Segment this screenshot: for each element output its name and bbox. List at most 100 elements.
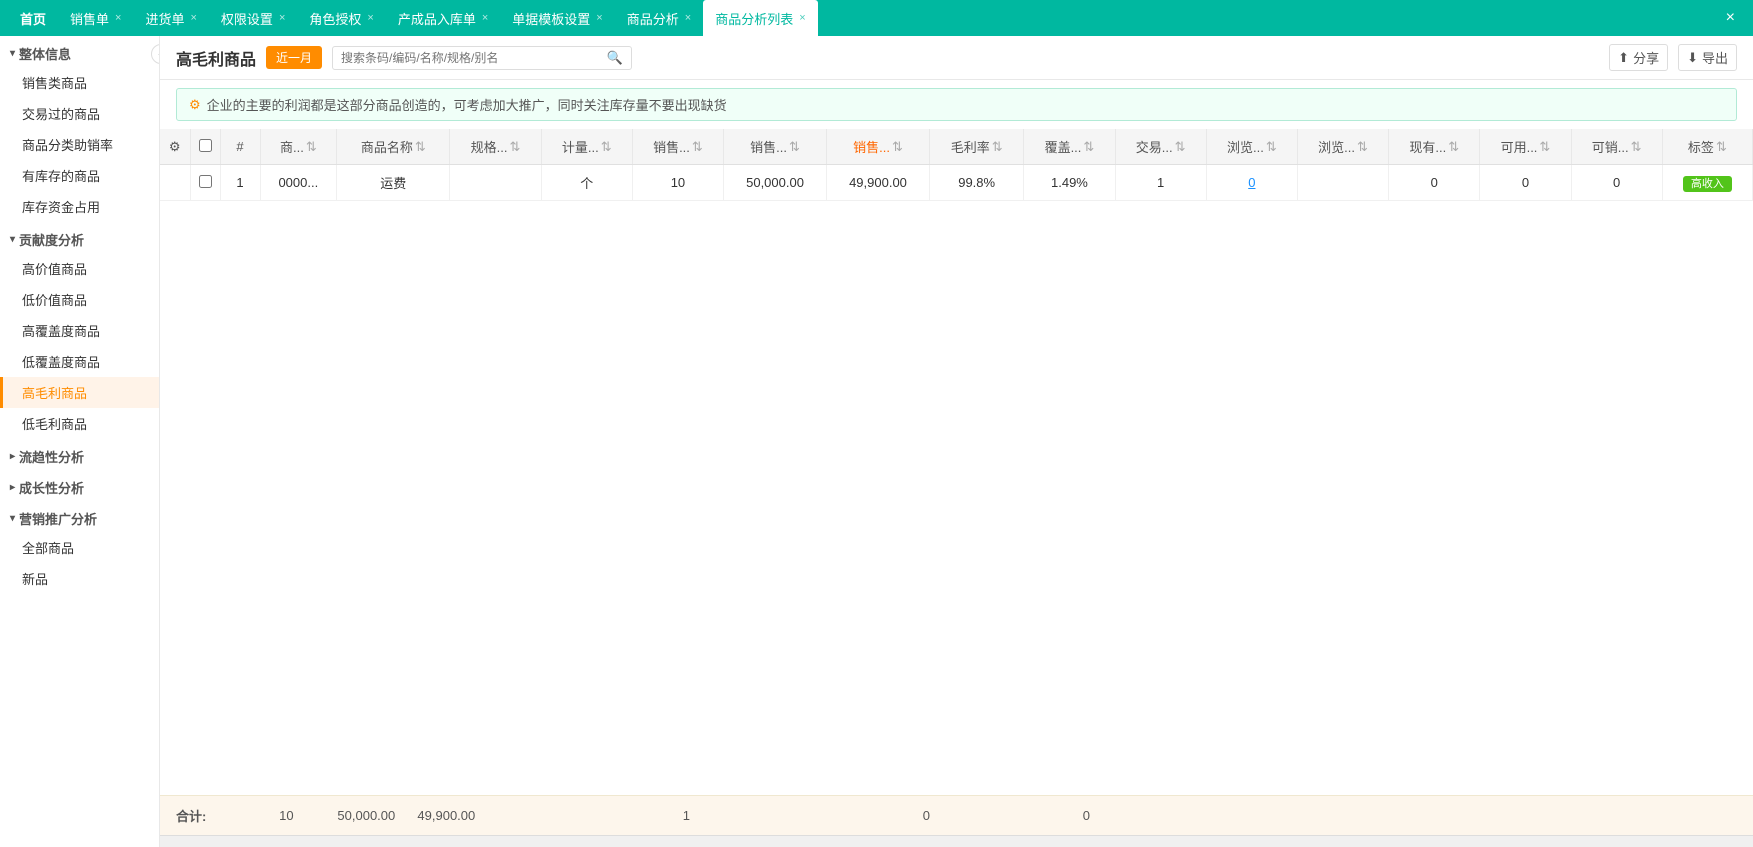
footer-spacer4 <box>806 808 886 823</box>
close-icon[interactable]: × <box>115 12 121 24</box>
nav-item-instock[interactable]: 产成品入库单 × <box>386 0 500 36</box>
footer-spacer3 <box>726 808 806 823</box>
cell-current-stock: 0 <box>1389 165 1480 201</box>
horizontal-scrollbar[interactable] <box>160 835 1753 847</box>
sidebar-section-overall[interactable]: ▾ 整体信息 <box>0 36 159 67</box>
col-header-sales-profit[interactable]: 销售... ⇅ <box>827 129 930 165</box>
sidebar-item-in-stock[interactable]: 有库存的商品 <box>0 160 159 191</box>
col-header-trade-count[interactable]: 交易... ⇅ <box>1115 129 1206 165</box>
nav-item-sales[interactable]: 销售单 × <box>58 0 133 36</box>
col-header-num[interactable]: # <box>220 129 260 165</box>
cell-code: 0000... <box>260 165 337 201</box>
col-header-sales-amount[interactable]: 销售... ⇅ <box>724 129 827 165</box>
col-header-view1[interactable]: 浏览... ⇅ <box>1206 129 1297 165</box>
col-header-gear[interactable]: ⚙ <box>160 129 190 165</box>
sidebar-item-new-goods[interactable]: 新品 <box>0 563 159 594</box>
col-header-name[interactable]: 商品名称 ⇅ <box>337 129 450 165</box>
table-row: 1 0000... 运费 个 10 50,000.00 49,900.00 99… <box>160 165 1753 201</box>
notice-bar: ⚙ 企业的主要的利润都是这部分商品创造的，可考虑加大推广，同时关注库存量不要出现… <box>176 88 1737 121</box>
close-icon[interactable]: × <box>482 12 488 24</box>
nav-item-role[interactable]: 角色授权 × <box>297 0 385 36</box>
sidebar-section-growth[interactable]: ▸ 成长性分析 <box>0 470 159 501</box>
cell-check[interactable] <box>190 165 220 201</box>
cell-sales-amount: 50,000.00 <box>724 165 827 201</box>
nav-item-analysis[interactable]: 商品分析 × <box>615 0 703 36</box>
sidebar-item-high-coverage[interactable]: 高覆盖度商品 <box>0 315 159 346</box>
table-footer: 合计: 10 50,000.00 49,900.00 1 0 0 <box>160 795 1753 835</box>
goods-table: ⚙ # 商... ⇅ 商品名称 ⇅ 规格... ⇅ 计量... ⇅ 销售... … <box>160 129 1753 201</box>
cell-trade-count: 1 <box>1115 165 1206 201</box>
sidebar-section-contribution[interactable]: ▾ 贡献度分析 <box>0 222 159 253</box>
nav-label-analysis-list: 商品分析列表 <box>715 9 793 28</box>
cell-tag: 高收入 <box>1662 165 1752 201</box>
page-title: 高毛利商品 <box>176 46 256 70</box>
share-icon: ⬆ <box>1618 50 1629 66</box>
header-actions: ⬆ 分享 ⬇ 导出 <box>1609 44 1737 71</box>
sidebar-section-marketing[interactable]: ▾ 营销推广分析 <box>0 501 159 532</box>
col-header-current-stock[interactable]: 现有... ⇅ <box>1389 129 1480 165</box>
sidebar-item-high-margin[interactable]: 高毛利商品 <box>0 377 159 408</box>
cell-sales-qty: 10 <box>632 165 723 201</box>
footer-spacer1 <box>486 808 566 823</box>
sidebar-item-stock-capital[interactable]: 库存资金占用 <box>0 191 159 222</box>
col-header-saleable-stock[interactable]: 可销... ⇅ <box>1571 129 1662 165</box>
footer-sales-profit: 49,900.00 <box>406 808 486 823</box>
export-icon: ⬇ <box>1687 50 1698 66</box>
col-header-coverage[interactable]: 覆盖... ⇅ <box>1024 129 1115 165</box>
sidebar-item-category-rate[interactable]: 商品分类助销率 <box>0 129 159 160</box>
search-icon[interactable]: 🔍 <box>607 50 623 66</box>
row-checkbox[interactable] <box>199 175 212 188</box>
col-header-view2[interactable]: 浏览... ⇅ <box>1297 129 1388 165</box>
cell-name: 运费 <box>337 165 450 201</box>
col-header-code[interactable]: 商... ⇅ <box>260 129 337 165</box>
nav-label-template: 单据模板设置 <box>512 9 590 28</box>
close-icon[interactable]: × <box>279 12 285 24</box>
col-header-gross-margin[interactable]: 毛利率 ⇅ <box>929 129 1023 165</box>
sidebar-item-low-margin[interactable]: 低毛利商品 <box>0 408 159 439</box>
sidebar-item-traded-goods[interactable]: 交易过的商品 <box>0 98 159 129</box>
cell-view1[interactable]: 0 <box>1206 165 1297 201</box>
footer-saleable-stock: 0 <box>1046 808 1126 823</box>
cell-unit: 个 <box>541 165 632 201</box>
nav-item-home[interactable]: 首页 <box>8 0 58 36</box>
cell-coverage: 1.49% <box>1024 165 1115 201</box>
chevron-down-icon: ▾ <box>10 234 15 245</box>
notice-text: 企业的主要的利润都是这部分商品创造的，可考虑加大推广，同时关注库存量不要出现缺货 <box>207 95 727 114</box>
nav-item-purchase[interactable]: 进货单 × <box>133 0 208 36</box>
search-input[interactable] <box>341 51 607 65</box>
close-icon[interactable]: × <box>367 12 373 24</box>
footer-spacer5 <box>966 808 1046 823</box>
close-all-button[interactable]: × <box>1716 9 1745 27</box>
sidebar-section-title-marketing: 营销推广分析 <box>19 509 97 528</box>
content-area: 高毛利商品 近一月 🔍 ⬆ 分享 ⬇ 导出 ⚙ 企业的主要的利润都是这部分商品创… <box>160 36 1753 847</box>
col-header-spec[interactable]: 规格... ⇅ <box>450 129 541 165</box>
col-header-check[interactable] <box>190 129 220 165</box>
nav-item-template[interactable]: 单据模板设置 × <box>500 0 614 36</box>
close-icon[interactable]: × <box>596 12 602 24</box>
nav-item-analysis-list[interactable]: 商品分析列表 × <box>703 0 817 36</box>
sidebar-item-all-goods[interactable]: 全部商品 <box>0 532 159 563</box>
select-all-checkbox[interactable] <box>199 139 212 152</box>
sidebar-item-sales-goods[interactable]: 销售类商品 <box>0 67 159 98</box>
table-container: ⚙ # 商... ⇅ 商品名称 ⇅ 规格... ⇅ 计量... ⇅ 销售... … <box>160 129 1753 795</box>
col-header-tag[interactable]: 标签 ⇅ <box>1662 129 1752 165</box>
share-button[interactable]: ⬆ 分享 <box>1609 44 1668 71</box>
close-icon[interactable]: × <box>685 12 691 24</box>
col-header-unit[interactable]: 计量... ⇅ <box>541 129 632 165</box>
sidebar-item-low-value[interactable]: 低价值商品 <box>0 284 159 315</box>
export-button[interactable]: ⬇ 导出 <box>1678 44 1737 71</box>
col-header-sales-qty[interactable]: 销售... ⇅ <box>632 129 723 165</box>
sidebar-item-high-value[interactable]: 高价值商品 <box>0 253 159 284</box>
sidebar-item-low-coverage[interactable]: 低覆盖度商品 <box>0 346 159 377</box>
chevron-down-icon: ▾ <box>10 513 15 524</box>
sidebar-section-flow[interactable]: ▸ 流趋性分析 <box>0 439 159 470</box>
close-icon[interactable]: × <box>190 12 196 24</box>
cell-gear <box>160 165 190 201</box>
filter-period-button[interactable]: 近一月 <box>266 46 322 69</box>
table-header-row: ⚙ # 商... ⇅ 商品名称 ⇅ 规格... ⇅ 计量... ⇅ 销售... … <box>160 129 1753 165</box>
close-icon-active[interactable]: × <box>799 12 805 24</box>
content-header: 高毛利商品 近一月 🔍 ⬆ 分享 ⬇ 导出 <box>160 36 1753 80</box>
footer-sales-amount: 50,000.00 <box>326 808 406 823</box>
col-header-available-stock[interactable]: 可用... ⇅ <box>1480 129 1571 165</box>
nav-item-permission[interactable]: 权限设置 × <box>209 0 297 36</box>
